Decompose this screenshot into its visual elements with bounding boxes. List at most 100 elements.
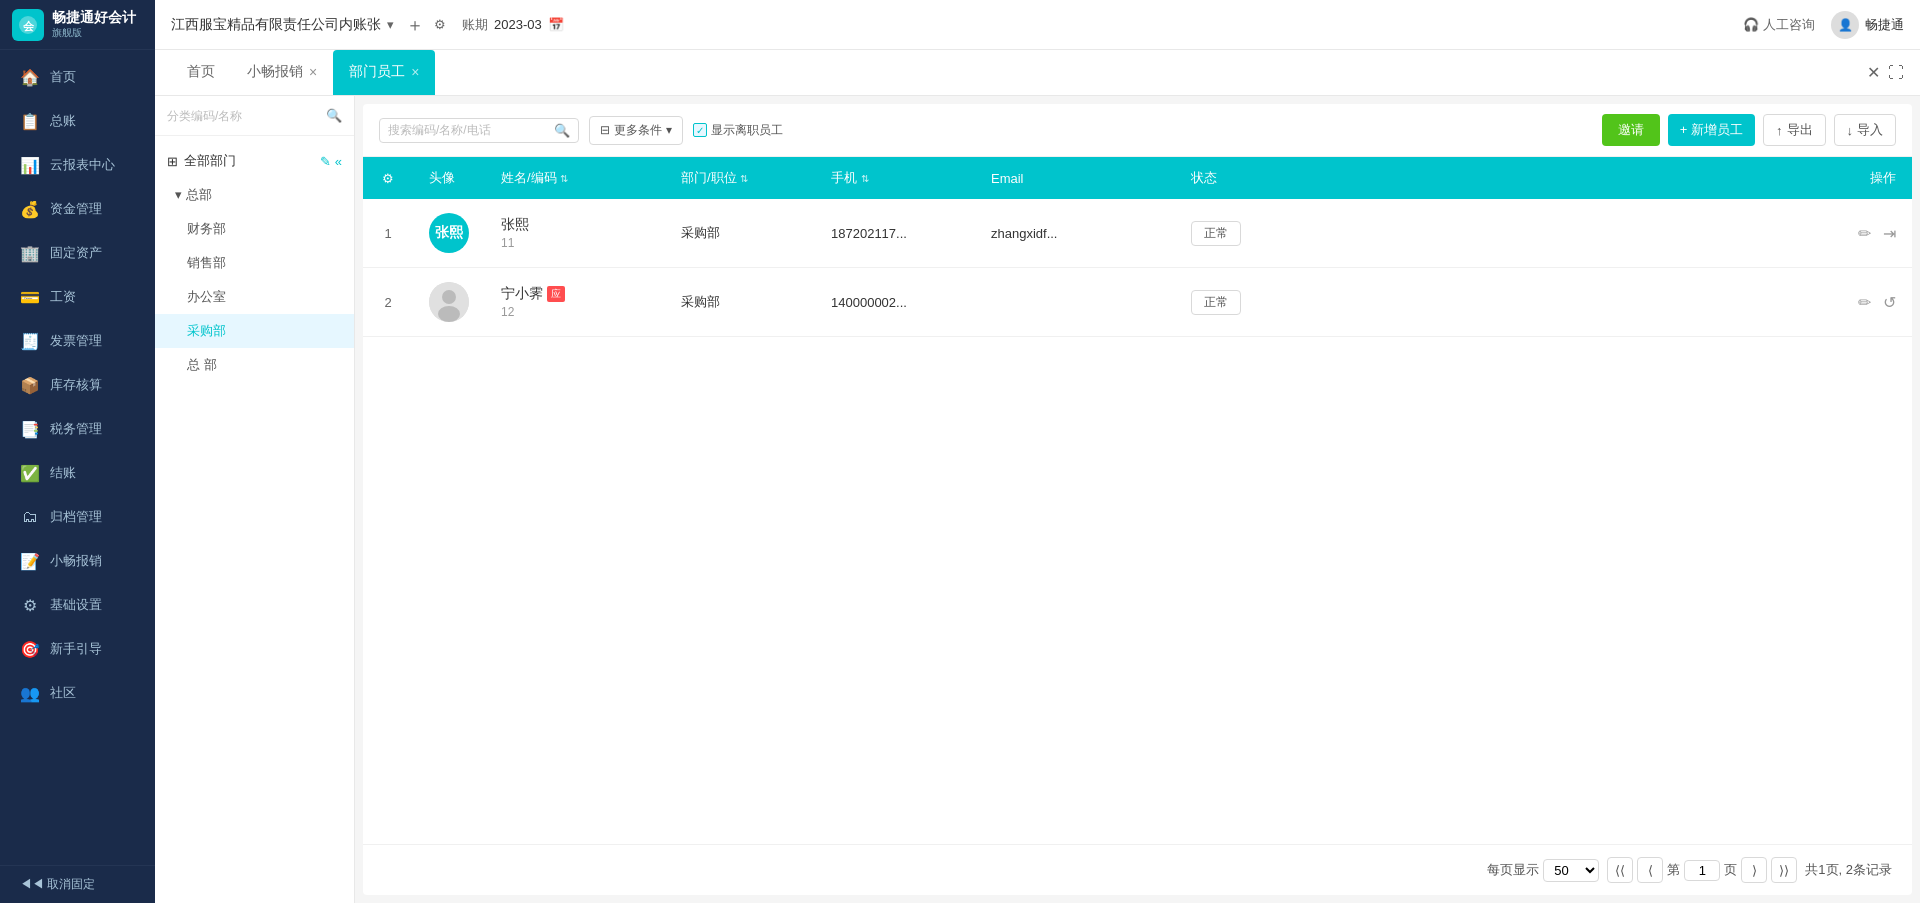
delete-employee-icon[interactable]: ↺ <box>1883 293 1896 312</box>
import-button[interactable]: ↓ 导入 <box>1834 114 1897 146</box>
last-page-button[interactable]: ⟩⟩ <box>1771 857 1797 883</box>
close-tab-button[interactable]: ✕ <box>1867 63 1880 82</box>
import-label: 导入 <box>1857 121 1883 139</box>
show-resigned-checkbox[interactable]: ✓ 显示离职员工 <box>693 122 783 139</box>
content-area: 🔍 ⊞ 全部部门 ✎ « ▾ 总部 财务部 销售部 办公室 采购部 <box>155 96 1920 903</box>
user-menu[interactable]: 👤 畅捷通 <box>1831 11 1904 39</box>
dept-item-finance[interactable]: 财务部 <box>155 212 354 246</box>
checkbox-icon: ✓ <box>693 123 707 137</box>
avatar: 👤 <box>1831 11 1859 39</box>
tab-close-icon[interactable]: × <box>411 64 419 80</box>
sidebar-item-label: 结账 <box>50 464 76 482</box>
total-records-label: 共1页, 2条记录 <box>1805 861 1892 879</box>
app-title: 畅捷通好会计 <box>52 9 136 26</box>
sidebar-item-inventory[interactable]: 📦 库存核算 <box>0 363 155 407</box>
th-avatar: 头像 <box>413 157 485 199</box>
tabbar: 首页 小畅报销 × 部门员工 × ✕ ⛶ <box>155 50 1920 96</box>
sidebar-item-close[interactable]: ✅ 结账 <box>0 451 155 495</box>
employee-search-input[interactable] <box>388 123 554 137</box>
sidebar-item-guide[interactable]: 🎯 新手引导 <box>0 627 155 671</box>
dept-cell: 采购部 <box>665 199 815 268</box>
email-cell: zhangxidf... <box>975 199 1175 268</box>
inventory-icon: 📦 <box>20 375 40 395</box>
export-label: 导出 <box>1787 121 1813 139</box>
all-dept-item[interactable]: ⊞ 全部部门 ✎ « <box>155 144 354 178</box>
dept-search-area: 🔍 <box>155 96 354 136</box>
dept-item-hq[interactable]: 总 部 <box>155 348 354 382</box>
pagination: 每页显示 50 100 ⟨⟨ ⟨ 第 页 ⟩ ⟩⟩ 共1页, 2条记录 <box>363 844 1912 895</box>
first-page-button[interactable]: ⟨⟨ <box>1607 857 1633 883</box>
help-label: 人工咨询 <box>1763 16 1815 34</box>
dept-item-sales[interactable]: 销售部 <box>155 246 354 280</box>
sidebar-item-label: 归档管理 <box>50 508 102 526</box>
dept-search-icon[interactable]: 🔍 <box>326 108 342 123</box>
add-employee-button[interactable]: + 新增员工 <box>1668 114 1755 146</box>
th-name[interactable]: 姓名/编码 ⇅ <box>485 157 665 199</box>
search-icon[interactable]: 🔍 <box>554 123 570 138</box>
sidebar-item-ledger[interactable]: 📋 总账 <box>0 99 155 143</box>
maximize-button[interactable]: ⛶ <box>1888 64 1904 82</box>
sidebar-item-label: 总账 <box>50 112 76 130</box>
tab-dept-employee[interactable]: 部门员工 × <box>333 50 435 95</box>
sidebar-item-tax[interactable]: 📑 税务管理 <box>0 407 155 451</box>
sidebar-item-label: 工资 <box>50 288 76 306</box>
sort-dept-icon: ⇅ <box>740 173 748 184</box>
collapse-dept-icon[interactable]: « <box>335 154 342 169</box>
sidebar-item-salary[interactable]: 💳 工资 <box>0 275 155 319</box>
sidebar-item-invoice[interactable]: 🧾 发票管理 <box>0 319 155 363</box>
page-suffix-label: 页 <box>1724 861 1737 879</box>
filter-button[interactable]: ⊟ 更多条件 ▾ <box>589 116 683 145</box>
dept-tree-panel: 🔍 ⊞ 全部部门 ✎ « ▾ 总部 财务部 销售部 办公室 采购部 <box>155 96 355 903</box>
calendar-icon[interactable]: 📅 <box>548 17 564 32</box>
sidebar-item-reports[interactable]: 📊 云报表中心 <box>0 143 155 187</box>
dept-item-root[interactable]: ▾ 总部 <box>155 178 354 212</box>
status-cell: 正常 <box>1175 268 1295 337</box>
export-button[interactable]: ↑ 导出 <box>1763 114 1826 146</box>
filter-icon: ⊟ <box>600 123 610 137</box>
avatar-cell: 张熙 <box>413 199 485 268</box>
dept-item-purchase[interactable]: 采购部 <box>155 314 354 348</box>
edit-employee-icon[interactable]: ✏ <box>1858 224 1871 243</box>
dept-search-input[interactable] <box>167 109 326 123</box>
svg-point-4 <box>438 306 460 322</box>
company-dropdown-icon[interactable]: ▾ <box>387 17 394 32</box>
th-phone[interactable]: 手机 ⇅ <box>815 157 975 199</box>
sidebar-item-expense[interactable]: 📝 小畅报销 <box>0 539 155 583</box>
sidebar-item-fund[interactable]: 💰 资金管理 <box>0 187 155 231</box>
th-settings[interactable]: ⚙ <box>363 157 413 199</box>
sort-phone-icon: ⇅ <box>861 173 869 184</box>
page-number-input[interactable] <box>1684 860 1720 881</box>
filter-label: 更多条件 <box>614 122 662 139</box>
phone-cell: 140000002... <box>815 268 975 337</box>
headset-icon: 🎧 <box>1743 17 1759 32</box>
sidebar-item-archive[interactable]: 🗂 归档管理 <box>0 495 155 539</box>
tab-expense[interactable]: 小畅报销 × <box>231 50 333 95</box>
sidebar-item-label: 首页 <box>50 68 76 86</box>
period-value: 2023-03 <box>494 17 542 32</box>
page-size-select[interactable]: 50 100 <box>1543 859 1599 882</box>
export-icon: ↑ <box>1776 123 1783 138</box>
edit-employee-icon[interactable]: ✏ <box>1858 293 1871 312</box>
close-period-icon: ✅ <box>20 463 40 483</box>
prev-page-button[interactable]: ⟨ <box>1637 857 1663 883</box>
sidebar-unpin-button[interactable]: ◀◀ 取消固定 <box>0 865 155 903</box>
next-page-button[interactable]: ⟩ <box>1741 857 1767 883</box>
sort-name-icon: ⇅ <box>560 173 568 184</box>
tab-home[interactable]: 首页 <box>171 50 231 95</box>
sidebar-item-community[interactable]: 👥 社区 <box>0 671 155 715</box>
edit-dept-icon[interactable]: ✎ <box>320 154 331 169</box>
sidebar-item-home[interactable]: 🏠 首页 <box>0 55 155 99</box>
sidebar-item-settings[interactable]: ⚙ 基础设置 <box>0 583 155 627</box>
invite-button[interactable]: 邀请 <box>1602 114 1660 146</box>
unpin-label: ◀◀ 取消固定 <box>20 876 95 893</box>
help-button[interactable]: 🎧 人工咨询 <box>1743 16 1815 34</box>
company-settings-icon[interactable]: ⚙ <box>434 17 446 32</box>
sidebar-item-assets[interactable]: 🏢 固定资产 <box>0 231 155 275</box>
community-icon: 👥 <box>20 683 40 703</box>
add-company-button[interactable]: ＋ <box>406 13 424 37</box>
th-dept[interactable]: 部门/职位 ⇅ <box>665 157 815 199</box>
status-badge: 正常 <box>1191 221 1241 246</box>
logout-employee-icon[interactable]: ⇥ <box>1883 224 1896 243</box>
tab-close-icon[interactable]: × <box>309 64 317 80</box>
dept-item-office[interactable]: 办公室 <box>155 280 354 314</box>
